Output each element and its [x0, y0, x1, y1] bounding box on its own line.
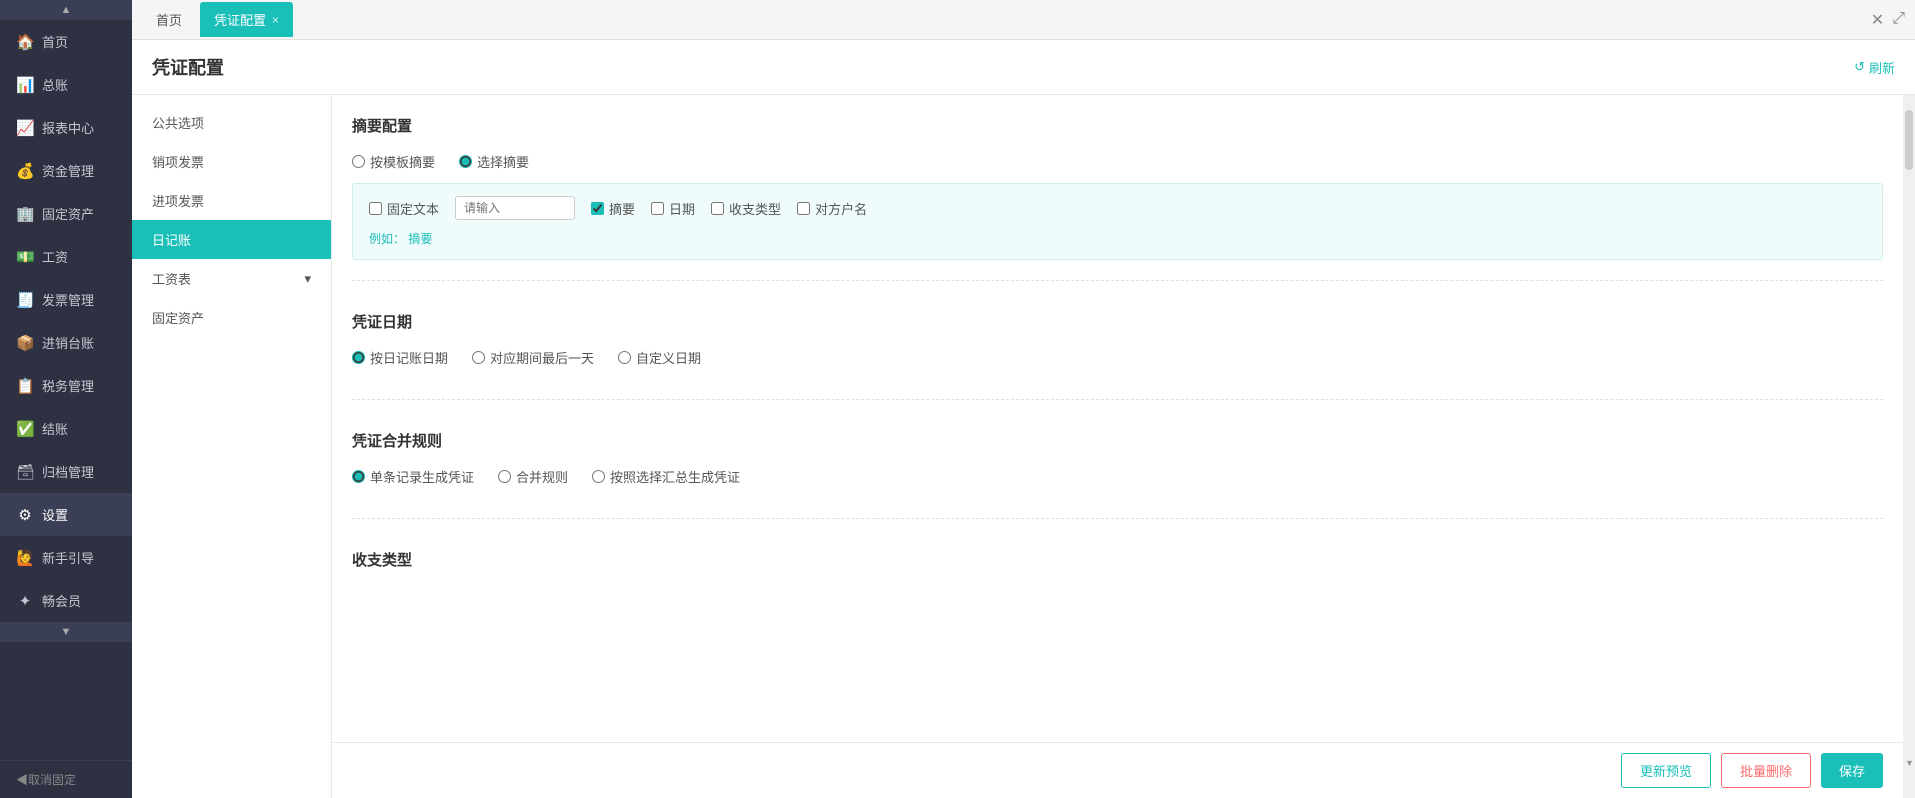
checkbox-fixed-text[interactable]: 固定文本	[369, 199, 439, 218]
scrollbar[interactable]: ▼	[1903, 95, 1915, 798]
date-radio-custom[interactable]: 自定义日期	[618, 348, 701, 367]
page-title: 凭证配置	[152, 54, 224, 80]
sidebar-item-guide[interactable]: 🙋 新手引导	[0, 536, 132, 579]
summary-radio-template[interactable]: 按模板摘要	[352, 152, 435, 171]
invoice-icon: 🧾	[16, 291, 34, 309]
scroll-thumb[interactable]	[1905, 110, 1913, 170]
purchase-icon: 📦	[16, 334, 34, 352]
sidebar-item-fund[interactable]: 💰 资金管理	[0, 149, 132, 192]
scroll-down-arrow[interactable]: ▼	[1905, 758, 1914, 768]
sidebar-item-home[interactable]: 🏠 首页	[0, 20, 132, 63]
tab-voucher-config[interactable]: 凭证配置 ×	[200, 2, 293, 37]
sidebar-item-settle[interactable]: ✅ 结账	[0, 407, 132, 450]
date-radio-journal[interactable]: 按日记账日期	[352, 348, 448, 367]
sidebar-item-salary[interactable]: 💵 工资	[0, 235, 132, 278]
left-nav-fixed-asset[interactable]: 固定资产	[132, 298, 331, 337]
archive-icon: 🗃	[16, 463, 34, 481]
voucher-date-section: 凭证日期 按日记账日期 对应期间最后一天	[352, 311, 1883, 400]
ledger-icon: 📊	[16, 76, 34, 94]
date-radio-last-day[interactable]: 对应期间最后一天	[472, 348, 594, 367]
main-area: 首页 凭证配置 × ✕ ⤢ 凭证配置 ↺ 刷新 公共选项	[132, 0, 1915, 798]
tab-home[interactable]: 首页	[142, 2, 196, 37]
refresh-button[interactable]: ↺ 刷新	[1854, 58, 1895, 77]
voucher-date-radio-group: 按日记账日期 对应期间最后一天 自定义日期	[352, 348, 1883, 367]
payroll-arrow-icon: ▾	[304, 271, 311, 287]
tab-close-button[interactable]: ×	[272, 13, 279, 27]
update-preview-button[interactable]: 更新预览	[1621, 753, 1711, 788]
summary-checkbox-row: 固定文本 摘要 日期	[369, 196, 1866, 220]
merge-radio-single[interactable]: 单条记录生成凭证	[352, 467, 474, 486]
batch-delete-button[interactable]: 批量删除	[1721, 753, 1811, 788]
sidebar-item-asset[interactable]: 🏢 固定资产	[0, 192, 132, 235]
settle-icon: ✅	[16, 420, 34, 438]
asset-icon: 🏢	[16, 205, 34, 223]
voucher-date-title: 凭证日期	[352, 311, 1883, 332]
sidebar-item-settings[interactable]: ⚙ 设置	[0, 493, 132, 536]
summary-radio-select[interactable]: 选择摘要	[459, 152, 529, 171]
left-nav-public[interactable]: 公共选项	[132, 103, 331, 142]
left-nav: 公共选项 销项发票 进项发票 日记账 工资表 ▾ 固定资产	[132, 95, 332, 798]
sidebar-item-tax[interactable]: 📋 税务管理	[0, 364, 132, 407]
sidebar-item-archive[interactable]: 🗃 归档管理	[0, 450, 132, 493]
merge-radio-rule[interactable]: 合并规则	[498, 467, 568, 486]
income-type-title: 收支类型	[352, 549, 1883, 570]
window-close-icon[interactable]: ✕	[1871, 10, 1884, 30]
sidebar-item-report[interactable]: 📈 报表中心	[0, 106, 132, 149]
merge-radio-summary[interactable]: 按照选择汇总生成凭证	[592, 467, 740, 486]
left-nav-sales[interactable]: 销项发票	[132, 142, 331, 181]
refresh-icon: ↺	[1854, 59, 1865, 75]
settings-icon: ⚙	[16, 506, 34, 524]
fund-icon: 💰	[16, 162, 34, 180]
content-layout: 公共选项 销项发票 进项发票 日记账 工资表 ▾ 固定资产	[132, 95, 1915, 798]
sidebar-scroll-up[interactable]: ▲	[0, 0, 132, 20]
tab-bar: 首页 凭证配置 × ✕ ⤢	[132, 0, 1915, 40]
summary-config-title: 摘要配置	[352, 115, 1883, 136]
report-icon: 📈	[16, 119, 34, 137]
left-nav-payroll[interactable]: 工资表 ▾	[132, 259, 331, 298]
fixed-text-input[interactable]	[455, 196, 575, 220]
vip-icon: ✦	[16, 592, 34, 610]
sidebar-scroll-down[interactable]: ▼	[0, 622, 132, 642]
checkbox-date[interactable]: 日期	[651, 199, 695, 218]
page-header: 凭证配置 ↺ 刷新	[132, 40, 1915, 95]
sidebar-item-vip[interactable]: ✦ 畅会员	[0, 579, 132, 622]
sidebar: ▲ 🏠 首页 📊 总账 📈 报表中心 💰 资金管理 🏢 固定资产 💵 工资 🧾 …	[0, 0, 132, 798]
checkbox-counterpart[interactable]: 对方户名	[797, 199, 867, 218]
sidebar-item-ledger[interactable]: 📊 总账	[0, 63, 132, 106]
merge-rules-section: 凭证合并规则 单条记录生成凭证 合并规则	[352, 430, 1883, 519]
save-button[interactable]: 保存	[1821, 753, 1883, 788]
merge-rules-title: 凭证合并规则	[352, 430, 1883, 451]
sidebar-item-purchase[interactable]: 📦 进销台账	[0, 321, 132, 364]
summary-config-section: 摘要配置 按模板摘要 选择摘要	[352, 115, 1883, 281]
guide-icon: 🙋	[16, 549, 34, 567]
merge-rules-radio-group: 单条记录生成凭证 合并规则 按照选择汇总生成凭证	[352, 467, 1883, 486]
example-text: 例如： 摘要	[369, 230, 1866, 247]
sidebar-item-invoice[interactable]: 🧾 发票管理	[0, 278, 132, 321]
salary-icon: 💵	[16, 248, 34, 266]
tax-icon: 📋	[16, 377, 34, 395]
page-container: 凭证配置 ↺ 刷新 公共选项 销项发票 进项发票 日记账	[132, 40, 1915, 798]
right-content: 摘要配置 按模板摘要 选择摘要	[332, 95, 1903, 742]
tab-bar-actions: ✕ ⤢	[1871, 10, 1905, 30]
checkbox-summary[interactable]: 摘要	[591, 199, 635, 218]
left-nav-journal[interactable]: 日记账	[132, 220, 331, 259]
window-expand-icon[interactable]: ⤢	[1892, 10, 1905, 30]
bottom-actions: 更新预览 批量删除 保存	[332, 742, 1903, 798]
summary-checkbox-config: 固定文本 摘要 日期	[352, 183, 1883, 260]
checkbox-income-type[interactable]: 收支类型	[711, 199, 781, 218]
sidebar-unpin-button[interactable]: ◀取消固定	[0, 760, 132, 798]
home-icon: 🏠	[16, 33, 34, 51]
summary-radio-group: 按模板摘要 选择摘要	[352, 152, 1883, 171]
left-nav-purchase[interactable]: 进项发票	[132, 181, 331, 220]
income-type-section: 收支类型	[352, 549, 1883, 606]
